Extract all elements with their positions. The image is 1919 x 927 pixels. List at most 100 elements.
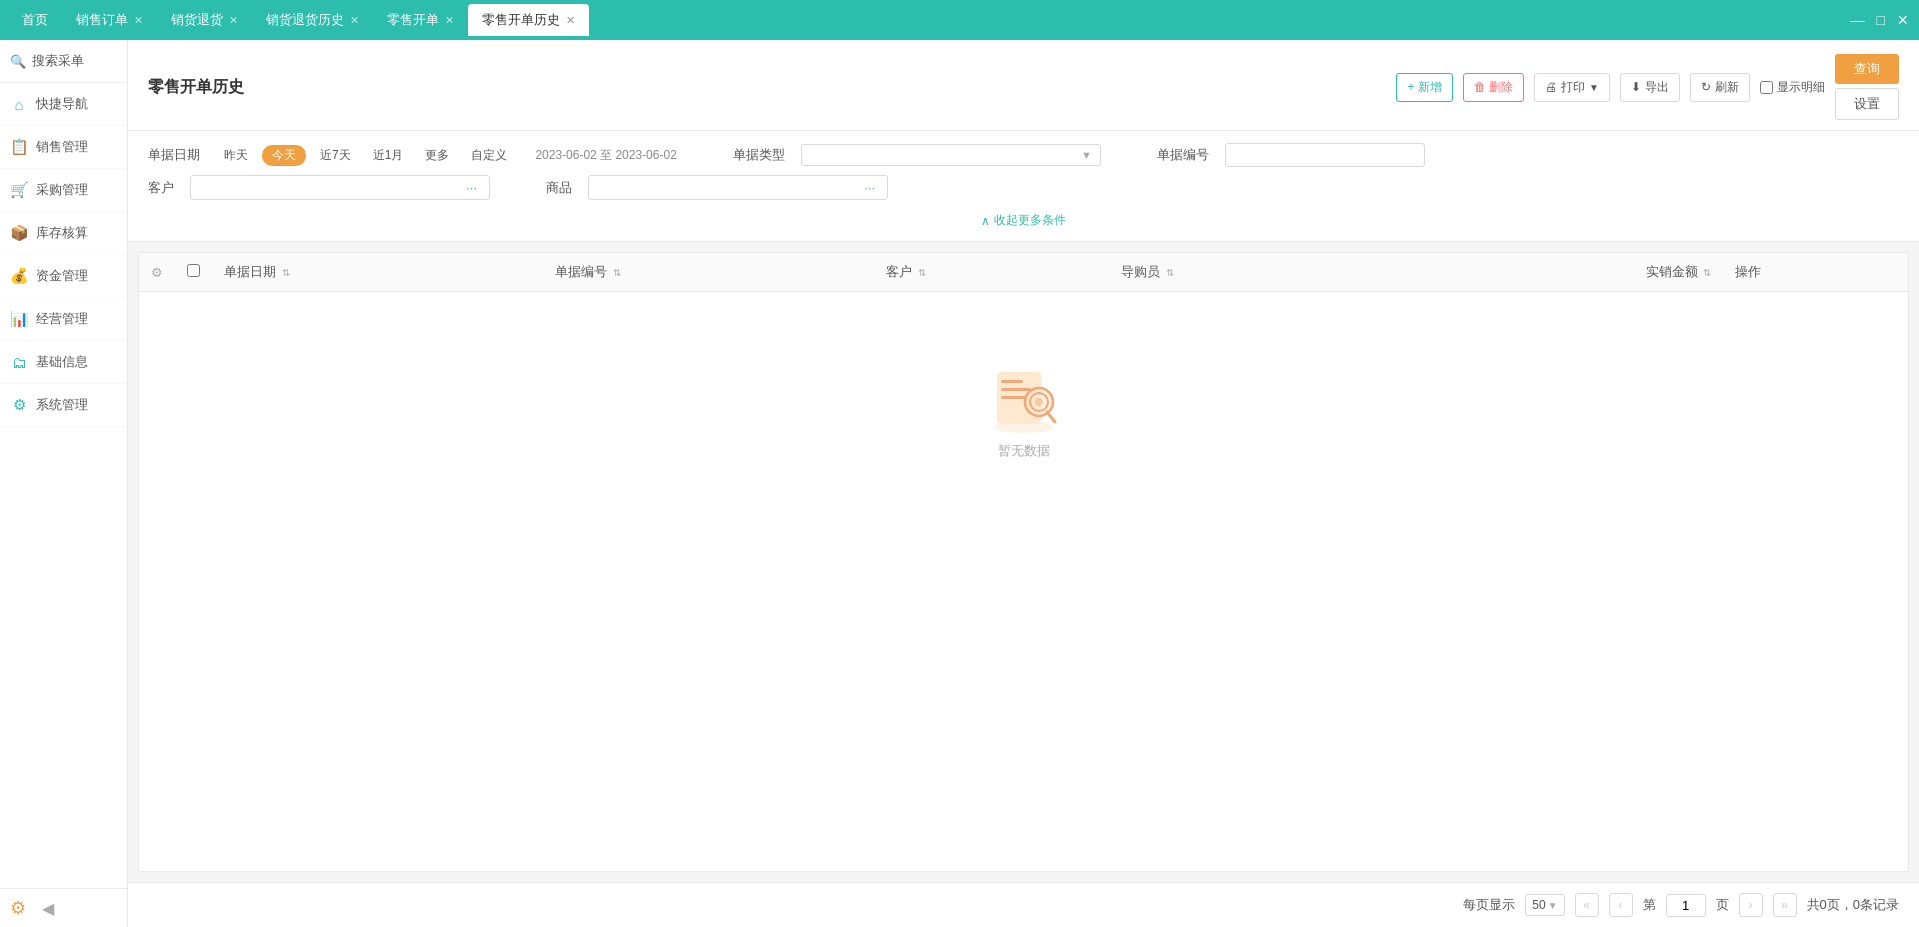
table-settings-icon[interactable]: ⚙ — [151, 265, 163, 280]
customer-ellipsis-btn[interactable]: ··· — [462, 180, 481, 195]
empty-text: 暂无数据 — [998, 442, 1050, 460]
window-controls: — □ ✕ — [1851, 12, 1909, 28]
tab-home[interactable]: 首页 — [8, 4, 62, 36]
page-label: 第 — [1643, 896, 1656, 914]
tab-retail-history[interactable]: 零售开单历史 ✕ — [468, 4, 589, 36]
export-label: 导出 — [1645, 79, 1669, 96]
shortcut-yesterday[interactable]: 昨天 — [216, 145, 256, 166]
filter-area: 单据日期 昨天 今天 近7天 近1月 更多 自定义 2023-06-02 至 2… — [128, 131, 1919, 242]
tab-sales-order-close[interactable]: ✕ — [134, 14, 143, 27]
sidebar-settings-icon[interactable]: ⚙ — [10, 897, 26, 919]
minimize-btn[interactable]: — — [1851, 12, 1865, 28]
svg-rect-4 — [1001, 396, 1027, 399]
export-button[interactable]: ⬇ 导出 — [1620, 73, 1680, 102]
tab-return-history-label: 销货退货历史 — [266, 11, 344, 29]
filter-row-2: 客户 ··· 商品 ··· — [148, 175, 1899, 200]
customer-select[interactable]: ··· — [190, 175, 490, 200]
sidebar-item-operations[interactable]: 📊 经营管理 — [0, 298, 127, 341]
query-button[interactable]: 查询 — [1835, 54, 1899, 84]
next-page-btn[interactable]: › — [1739, 893, 1763, 917]
tab-retail-history-close[interactable]: ✕ — [566, 14, 575, 27]
delete-button[interactable]: 🗑 删除 — [1463, 73, 1524, 102]
goods-label: 商品 — [546, 179, 572, 197]
first-page-btn[interactable]: « — [1575, 893, 1599, 917]
sidebar-item-inventory[interactable]: 📦 库存核算 — [0, 212, 127, 255]
maximize-btn[interactable]: □ — [1877, 12, 1885, 28]
tab-retail-history-label: 零售开单历史 — [482, 11, 560, 29]
print-dropdown-icon: ▼ — [1589, 82, 1599, 93]
refresh-label: 刷新 — [1715, 79, 1739, 96]
shortcut-7days[interactable]: 近7天 — [312, 145, 359, 166]
table-header-row: ⚙ 单据日期 ⇅ 单据编号 ⇅ — [139, 253, 1908, 292]
close-btn[interactable]: ✕ — [1897, 12, 1909, 28]
page-input[interactable] — [1666, 894, 1706, 917]
tab-retail-order[interactable]: 零售开单 ✕ — [373, 4, 468, 36]
shortcut-custom[interactable]: 自定义 — [463, 145, 515, 166]
sidebar-item-system-label: 系统管理 — [36, 396, 88, 414]
tab-sales-return[interactable]: 销货退货 ✕ — [157, 4, 252, 36]
tab-retail-order-close[interactable]: ✕ — [445, 14, 454, 27]
col-actions-label: 操作 — [1735, 264, 1761, 279]
shortcut-today[interactable]: 今天 — [262, 145, 306, 166]
sidebar-item-sales[interactable]: 📋 销售管理 — [0, 126, 127, 169]
per-page-select[interactable]: 50 ▼ — [1525, 894, 1564, 916]
shortcut-more[interactable]: 更多 — [417, 145, 457, 166]
sales-icon: 📋 — [10, 138, 28, 156]
col-customer-label: 客户 — [886, 264, 912, 279]
col-salesperson-sort[interactable]: ⇅ — [1166, 267, 1174, 278]
col-date-sort[interactable]: ⇅ — [282, 267, 290, 278]
page-header: 零售开单历史 + 新增 🗑 删除 🖨 打印 ▼ ⬇ 导出 ↻ 刷新 — [128, 40, 1919, 131]
filter-settings-button[interactable]: 设置 — [1835, 88, 1899, 120]
date-label: 单据日期 — [148, 146, 200, 164]
doc-type-select[interactable]: ▼ — [801, 144, 1101, 166]
col-actions: 操作 — [1723, 253, 1908, 292]
sidebar-item-operations-label: 经营管理 — [36, 310, 88, 328]
sidebar-item-quicknav[interactable]: ⌂ 快捷导航 — [0, 83, 127, 126]
tab-sales-order[interactable]: 销售订单 ✕ — [62, 4, 157, 36]
col-docno-sort[interactable]: ⇅ — [613, 267, 621, 278]
tab-return-history-close[interactable]: ✕ — [350, 14, 359, 27]
sidebar-item-sales-label: 销售管理 — [36, 138, 88, 156]
empty-illustration — [979, 352, 1069, 442]
sidebar-item-purchase[interactable]: 🛒 采购管理 — [0, 169, 127, 212]
svg-rect-3 — [1001, 388, 1031, 391]
date-shortcuts: 昨天 今天 近7天 近1月 更多 自定义 — [216, 145, 515, 166]
doc-no-input[interactable] — [1225, 143, 1425, 167]
select-all-checkbox[interactable] — [187, 264, 200, 277]
display-detail-checkbox[interactable] — [1760, 81, 1773, 94]
collapse-bar[interactable]: ∧ 收起更多条件 — [148, 208, 1899, 229]
page-suffix: 页 — [1716, 896, 1729, 914]
per-page-label: 每页显示 — [1463, 896, 1515, 914]
toolbar: + 新增 🗑 删除 🖨 打印 ▼ ⬇ 导出 ↻ 刷新 显示明细 — [1396, 54, 1899, 120]
goods-select[interactable]: ··· — [588, 175, 888, 200]
display-detail-label: 显示明细 — [1777, 79, 1825, 96]
sidebar-item-system[interactable]: ⚙ 系统管理 — [0, 384, 127, 427]
tab-return-history[interactable]: 销货退货历史 ✕ — [252, 4, 373, 36]
add-button[interactable]: + 新增 — [1396, 73, 1452, 102]
prev-page-btn[interactable]: ‹ — [1609, 893, 1633, 917]
doc-type-dropdown-icon: ▼ — [1081, 149, 1092, 161]
inventory-icon: 📦 — [10, 224, 28, 242]
sidebar-item-finance[interactable]: 💰 资金管理 — [0, 255, 127, 298]
collapse-icon: ∧ — [981, 214, 990, 228]
finance-icon: 💰 — [10, 267, 28, 285]
sidebar-collapse-icon[interactable]: ◀ — [42, 899, 54, 918]
tab-sales-return-close[interactable]: ✕ — [229, 14, 238, 27]
shortcut-1month[interactable]: 近1月 — [365, 145, 412, 166]
col-docno: 单据编号 ⇅ — [543, 253, 874, 292]
goods-ellipsis-btn[interactable]: ··· — [860, 180, 879, 195]
sidebar-search-label: 搜索采单 — [32, 52, 84, 70]
col-amount-sort[interactable]: ⇅ — [1703, 267, 1711, 278]
print-button[interactable]: 🖨 打印 ▼ — [1534, 73, 1610, 102]
per-page-dropdown-icon: ▼ — [1548, 900, 1558, 911]
col-customer-sort[interactable]: ⇅ — [918, 267, 926, 278]
sidebar-item-basicinfo[interactable]: 🗂 基础信息 — [0, 341, 127, 384]
search-icon: 🔍 — [10, 54, 26, 69]
sidebar: 🔍 搜索采单 ⌂ 快捷导航 📋 销售管理 🛒 采购管理 📦 库存核算 💰 资金管… — [0, 40, 128, 927]
display-detail-wrap[interactable]: 显示明细 — [1760, 79, 1825, 96]
sidebar-search[interactable]: 🔍 搜索采单 — [0, 40, 127, 83]
last-page-btn[interactable]: » — [1773, 893, 1797, 917]
refresh-button[interactable]: ↻ 刷新 — [1690, 73, 1750, 102]
total-label: 共0页，0条记录 — [1807, 896, 1899, 914]
purchase-icon: 🛒 — [10, 181, 28, 199]
